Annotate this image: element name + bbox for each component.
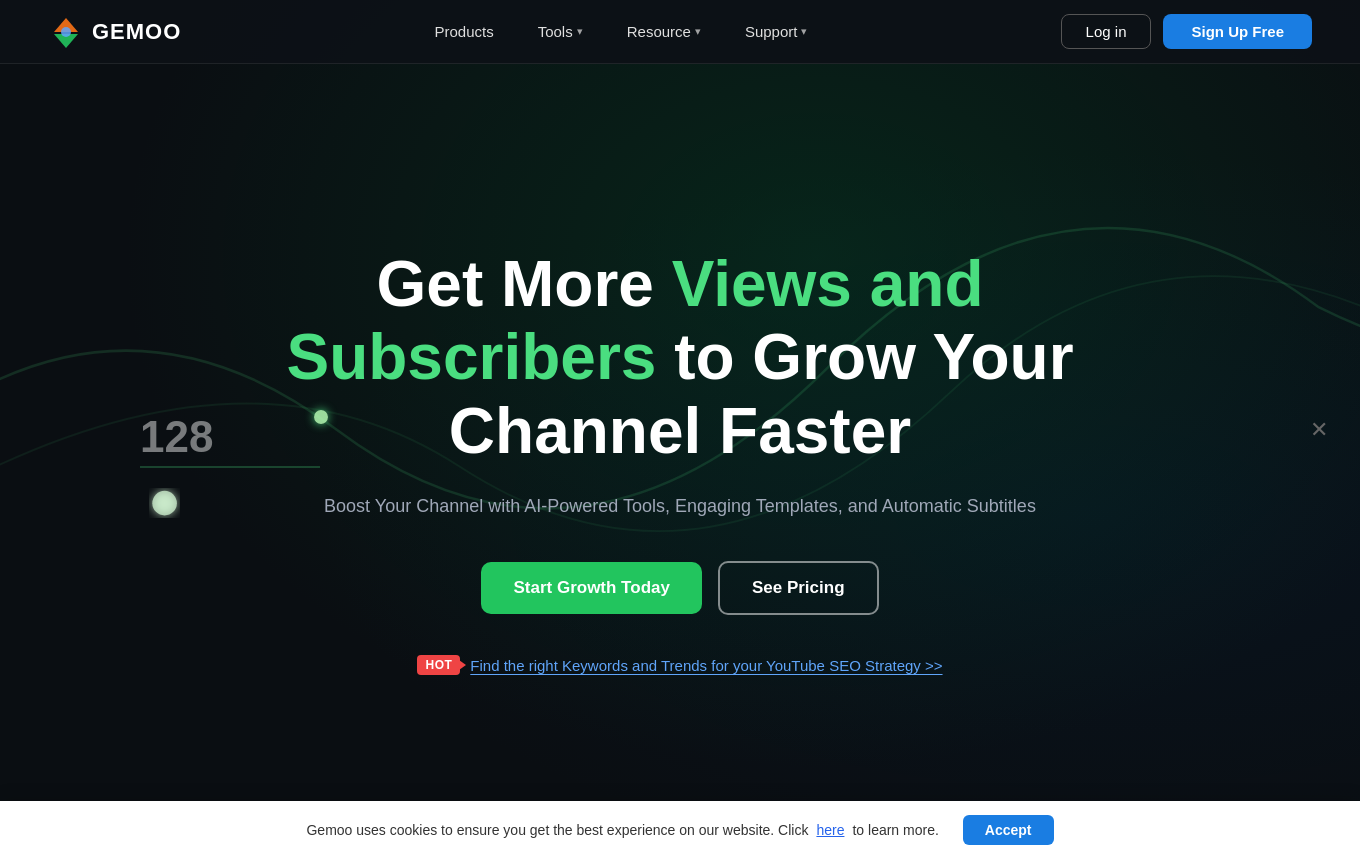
hero-title: Get More Views and Subscribers to Grow Y… bbox=[254, 248, 1106, 469]
hot-link-text: Find the right Keywords and Trends for y… bbox=[470, 657, 942, 674]
hero-cta-buttons: Start Growth Today See Pricing bbox=[254, 561, 1106, 615]
svg-point-2 bbox=[61, 27, 71, 37]
nav-products[interactable]: Products bbox=[416, 15, 511, 48]
cookie-message: Gemoo uses cookies to ensure you get the… bbox=[306, 822, 808, 838]
hot-banner[interactable]: HOT Find the right Keywords and Trends f… bbox=[254, 655, 1106, 675]
cookie-banner: Gemoo uses cookies to ensure you get the… bbox=[0, 801, 1360, 859]
navbar-actions: Log in Sign Up Free bbox=[1061, 14, 1312, 49]
logo-icon bbox=[48, 14, 84, 50]
nav-tools[interactable]: Tools ▾ bbox=[520, 15, 601, 48]
chevron-down-icon: ▾ bbox=[577, 25, 583, 38]
cookie-accept-button[interactable]: Accept bbox=[963, 815, 1054, 845]
brand-name: GEMOO bbox=[92, 19, 181, 45]
chevron-down-icon: ▾ bbox=[695, 25, 701, 38]
login-button[interactable]: Log in bbox=[1061, 14, 1152, 49]
nav-menu: Products Tools ▾ Resource ▾ Support ▾ bbox=[416, 15, 825, 48]
see-pricing-button[interactable]: See Pricing bbox=[718, 561, 879, 615]
chevron-down-icon: ▾ bbox=[801, 25, 807, 38]
close-button[interactable]: ✕ bbox=[1310, 419, 1328, 441]
cookie-message-end: to learn more. bbox=[852, 822, 938, 838]
hero-section: 128 Get More Views and Subscribers to Gr… bbox=[0, 0, 1360, 859]
navbar: GEMOO Products Tools ▾ Resource ▾ Suppor… bbox=[0, 0, 1360, 64]
cookie-link[interactable]: here bbox=[816, 822, 844, 838]
signup-button[interactable]: Sign Up Free bbox=[1163, 14, 1312, 49]
svg-point-3 bbox=[152, 491, 177, 516]
hot-badge: HOT bbox=[417, 655, 460, 675]
start-growth-button[interactable]: Start Growth Today bbox=[481, 562, 701, 614]
hero-content: Get More Views and Subscribers to Grow Y… bbox=[230, 248, 1130, 676]
hero-subtitle: Boost Your Channel with AI-Powered Tools… bbox=[254, 492, 1106, 521]
logo[interactable]: GEMOO bbox=[48, 14, 181, 50]
nav-support[interactable]: Support ▾ bbox=[727, 15, 826, 48]
nav-resource[interactable]: Resource ▾ bbox=[609, 15, 719, 48]
